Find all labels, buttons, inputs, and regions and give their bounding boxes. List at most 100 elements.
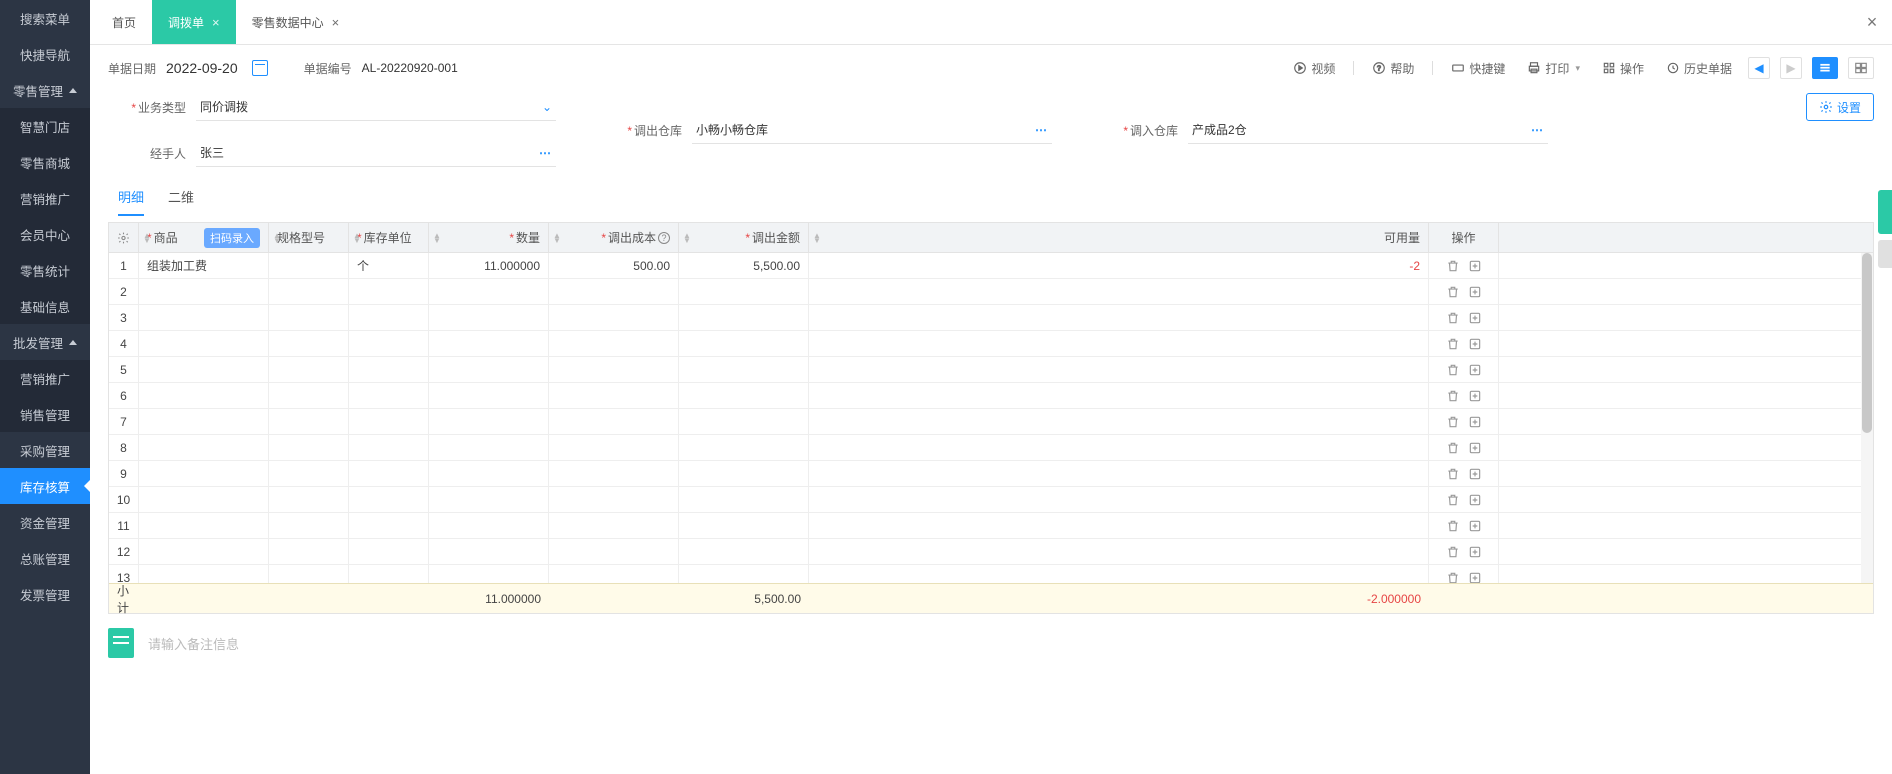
- sidebar-item-13[interactable]: 库存核算: [0, 468, 90, 504]
- info-icon[interactable]: ?: [658, 232, 670, 244]
- sidebar-item-3[interactable]: 智慧门店: [0, 108, 90, 144]
- calendar-icon[interactable]: [252, 60, 268, 76]
- sidebar-item-15[interactable]: 总账管理: [0, 540, 90, 576]
- add-row-icon[interactable]: [1468, 415, 1482, 429]
- add-row-icon[interactable]: [1468, 493, 1482, 507]
- col-spec[interactable]: ▲▼规格型号: [269, 223, 349, 252]
- sidebar-item-0[interactable]: 搜索菜单: [0, 0, 90, 36]
- sidebar-item-11[interactable]: 销售管理: [0, 396, 90, 432]
- list-view-button[interactable]: [1812, 57, 1838, 79]
- table-row[interactable]: 12: [109, 539, 1873, 565]
- delete-row-icon[interactable]: [1446, 493, 1460, 507]
- sidebar-item-6[interactable]: 会员中心: [0, 216, 90, 252]
- history-link[interactable]: 历史单据: [1660, 60, 1738, 77]
- table-row[interactable]: 1组装加工费个11.000000500.005,500.00-2: [109, 253, 1873, 279]
- shortcut-link[interactable]: 快捷键: [1445, 60, 1511, 77]
- col-unit[interactable]: ▲▼*库存单位: [349, 223, 429, 252]
- gear-column[interactable]: [109, 223, 139, 252]
- form-area: *业务类型 同价调拨⌄ 经手人 张三⋯ *调出仓库 小畅小畅仓库⋯ *调入仓库 …: [90, 89, 1892, 167]
- prev-doc-button[interactable]: ◀: [1748, 57, 1770, 79]
- sidebar-item-16[interactable]: 发票管理: [0, 576, 90, 612]
- table-row[interactable]: 6: [109, 383, 1873, 409]
- caret-up-icon: [69, 340, 77, 345]
- add-row-icon[interactable]: [1468, 363, 1482, 377]
- more-icon: ⋯: [1035, 123, 1048, 137]
- table-row[interactable]: 5: [109, 357, 1873, 383]
- tab-1[interactable]: 调拨单×: [152, 0, 236, 44]
- out-wh-field[interactable]: *调出仓库 小畅小畅仓库⋯: [604, 93, 1052, 167]
- table-row[interactable]: 4: [109, 331, 1873, 357]
- right-rail-handle[interactable]: [1878, 190, 1892, 234]
- add-row-icon[interactable]: [1468, 337, 1482, 351]
- delete-row-icon[interactable]: [1446, 415, 1460, 429]
- tab-0[interactable]: 首页: [96, 0, 152, 44]
- col-qty[interactable]: ▲▼*数量: [429, 223, 549, 252]
- table-row[interactable]: 13: [109, 565, 1873, 583]
- subtab-2d[interactable]: 二维: [168, 187, 194, 216]
- sidebar-item-14[interactable]: 资金管理: [0, 504, 90, 540]
- next-doc-button[interactable]: ▶: [1780, 57, 1802, 79]
- action-link[interactable]: 操作: [1596, 60, 1650, 77]
- col-out-amount[interactable]: ▲▼*调出金额: [679, 223, 809, 252]
- video-link[interactable]: 视频: [1287, 60, 1341, 77]
- delete-row-icon[interactable]: [1446, 519, 1460, 533]
- delete-row-icon[interactable]: [1446, 467, 1460, 481]
- print-link[interactable]: 打印▾: [1521, 60, 1586, 77]
- sidebar-item-2[interactable]: 零售管理: [0, 72, 90, 108]
- add-row-icon[interactable]: [1468, 519, 1482, 533]
- table-row[interactable]: 3: [109, 305, 1873, 331]
- help-link[interactable]: ?帮助: [1366, 60, 1420, 77]
- table-row[interactable]: 10: [109, 487, 1873, 513]
- subtab-detail[interactable]: 明细: [118, 187, 144, 216]
- sidebar-item-8[interactable]: 基础信息: [0, 288, 90, 324]
- sidebar-item-1[interactable]: 快捷导航: [0, 36, 90, 72]
- handler-field[interactable]: 经手人 张三⋯: [108, 139, 556, 167]
- col-ops: 操作: [1429, 223, 1499, 252]
- delete-row-icon[interactable]: [1446, 571, 1460, 584]
- add-row-icon[interactable]: [1468, 389, 1482, 403]
- delete-row-icon[interactable]: [1446, 545, 1460, 559]
- add-row-icon[interactable]: [1468, 571, 1482, 584]
- add-row-icon[interactable]: [1468, 441, 1482, 455]
- col-product[interactable]: ▲▼*商品扫码录入: [139, 223, 269, 252]
- remark-input[interactable]: 请输入备注信息: [148, 634, 1874, 653]
- tab-close-icon[interactable]: ×: [332, 15, 340, 30]
- delete-row-icon[interactable]: [1446, 389, 1460, 403]
- date-value[interactable]: 2022-09-20: [166, 60, 238, 76]
- sidebar-item-10[interactable]: 营销推广: [0, 360, 90, 396]
- sidebar-item-9[interactable]: 批发管理: [0, 324, 90, 360]
- sidebar-item-7[interactable]: 零售统计: [0, 252, 90, 288]
- sidebar-item-4[interactable]: 零售商城: [0, 144, 90, 180]
- tab-2[interactable]: 零售数据中心×: [236, 0, 356, 44]
- delete-row-icon[interactable]: [1446, 441, 1460, 455]
- right-rail-handle-2[interactable]: [1878, 240, 1892, 268]
- table-row[interactable]: 9: [109, 461, 1873, 487]
- vertical-scrollbar[interactable]: [1861, 253, 1873, 583]
- table-row[interactable]: 2: [109, 279, 1873, 305]
- settings-button[interactable]: 设置: [1806, 93, 1874, 121]
- close-all-tabs[interactable]: ×: [1852, 0, 1892, 44]
- col-avail[interactable]: ▲▼可用量: [809, 223, 1429, 252]
- add-row-icon[interactable]: [1468, 285, 1482, 299]
- delete-row-icon[interactable]: [1446, 363, 1460, 377]
- col-out-cost[interactable]: ▲▼*调出成本?: [549, 223, 679, 252]
- sidebar-item-12[interactable]: 采购管理: [0, 432, 90, 468]
- in-wh-field[interactable]: *调入仓库 产成品2仓⋯: [1100, 93, 1548, 167]
- delete-row-icon[interactable]: [1446, 337, 1460, 351]
- add-row-icon[interactable]: [1468, 311, 1482, 325]
- sidebar-item-5[interactable]: 营销推广: [0, 180, 90, 216]
- add-row-icon[interactable]: [1468, 545, 1482, 559]
- delete-row-icon[interactable]: [1446, 259, 1460, 273]
- tab-close-icon[interactable]: ×: [212, 15, 220, 30]
- add-row-icon[interactable]: [1468, 467, 1482, 481]
- scan-entry-button[interactable]: 扫码录入: [204, 228, 260, 248]
- table-row[interactable]: 11: [109, 513, 1873, 539]
- delete-row-icon[interactable]: [1446, 311, 1460, 325]
- table-row[interactable]: 8: [109, 435, 1873, 461]
- add-row-icon[interactable]: [1468, 259, 1482, 273]
- card-view-button[interactable]: [1848, 57, 1874, 79]
- biz-type-field[interactable]: *业务类型 同价调拨⌄: [108, 93, 556, 121]
- note-icon[interactable]: [108, 628, 134, 658]
- table-row[interactable]: 7: [109, 409, 1873, 435]
- delete-row-icon[interactable]: [1446, 285, 1460, 299]
